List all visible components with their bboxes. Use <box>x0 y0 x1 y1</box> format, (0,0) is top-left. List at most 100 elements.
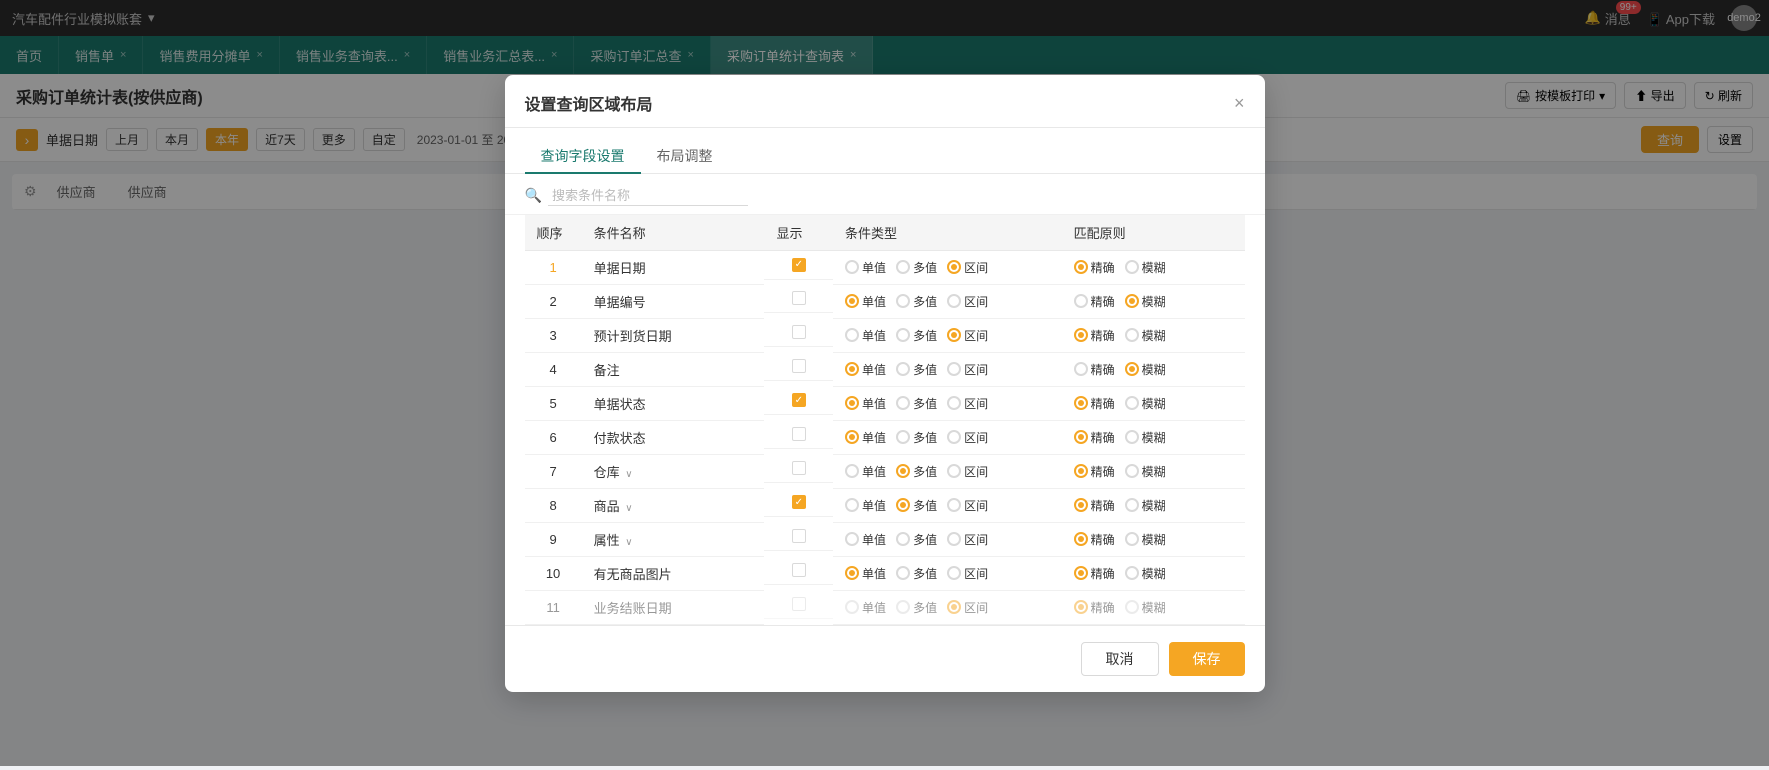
checkbox[interactable]: ✓ <box>792 258 806 272</box>
radio-circle <box>896 600 910 614</box>
row-display-checkbox[interactable] <box>764 420 833 449</box>
checkbox[interactable] <box>792 291 806 305</box>
radio-type-single[interactable]: 单值 <box>845 565 886 582</box>
checkbox[interactable] <box>792 461 806 475</box>
cancel-button[interactable]: 取消 <box>1081 642 1159 676</box>
radio-match-exact[interactable]: 精确 <box>1074 565 1115 582</box>
radio-match-fuzzy[interactable]: 模糊 <box>1125 293 1166 310</box>
row-order: 6 <box>525 420 582 454</box>
radio-match-exact[interactable]: 精确 <box>1074 361 1115 378</box>
checkbox[interactable] <box>792 529 806 543</box>
radio-match-exact[interactable]: 精确 <box>1074 327 1115 344</box>
row-display-checkbox[interactable] <box>764 522 833 551</box>
radio-match-fuzzy[interactable]: 模糊 <box>1125 599 1166 616</box>
radio-type-single[interactable]: 单值 <box>845 259 886 276</box>
radio-match-fuzzy[interactable]: 模糊 <box>1125 395 1166 412</box>
radio-type-multi[interactable]: 多值 <box>896 565 937 582</box>
row-display-checkbox[interactable]: ✓ <box>764 251 833 280</box>
row-name: 商品 ∨ <box>582 488 765 522</box>
radio-type-range[interactable]: 区间 <box>947 429 988 446</box>
row-display-checkbox[interactable]: ✓ <box>764 386 833 415</box>
checkbox[interactable]: ✓ <box>792 393 806 407</box>
radio-type-range[interactable]: 区间 <box>947 361 988 378</box>
row-order: 4 <box>525 352 582 386</box>
radio-type-single[interactable]: 单值 <box>845 327 886 344</box>
checkbox[interactable]: ✓ <box>792 495 806 509</box>
radio-type-multi[interactable]: 多值 <box>896 259 937 276</box>
radio-type-multi[interactable]: 多值 <box>896 395 937 412</box>
radio-circle <box>845 498 859 512</box>
row-name: 单据状态 <box>582 386 765 420</box>
radio-match-exact[interactable]: 精确 <box>1074 259 1115 276</box>
radio-type-range[interactable]: 区间 <box>947 599 988 616</box>
radio-circle <box>947 532 961 546</box>
radio-match-fuzzy[interactable]: 模糊 <box>1125 463 1166 480</box>
row-display-checkbox[interactable] <box>764 318 833 347</box>
radio-type-range[interactable]: 区间 <box>947 463 988 480</box>
radio-match-exact[interactable]: 精确 <box>1074 293 1115 310</box>
radio-type-range[interactable]: 区间 <box>947 259 988 276</box>
radio-match-exact[interactable]: 精确 <box>1074 599 1115 616</box>
radio-circle <box>896 328 910 342</box>
row-name: 仓库 ∨ <box>582 454 765 488</box>
row-display-checkbox[interactable] <box>764 352 833 381</box>
radio-match-fuzzy[interactable]: 模糊 <box>1125 327 1166 344</box>
checkbox[interactable] <box>792 427 806 441</box>
radio-match-fuzzy[interactable]: 模糊 <box>1125 497 1166 514</box>
row-display-checkbox[interactable]: ✓ <box>764 488 833 517</box>
radio-match-fuzzy[interactable]: 模糊 <box>1125 565 1166 582</box>
radio-circle <box>845 532 859 546</box>
radio-match-exact[interactable]: 精确 <box>1074 395 1115 412</box>
radio-type-multi[interactable]: 多值 <box>896 361 937 378</box>
radio-type-single[interactable]: 单值 <box>845 361 886 378</box>
row-display-checkbox[interactable] <box>764 284 833 313</box>
radio-type-multi[interactable]: 多值 <box>896 497 937 514</box>
row-display-checkbox[interactable] <box>764 590 833 619</box>
radio-type-single[interactable]: 单值 <box>845 531 886 548</box>
radio-type-range[interactable]: 区间 <box>947 531 988 548</box>
radio-type-range[interactable]: 区间 <box>947 327 988 344</box>
radio-match-fuzzy[interactable]: 模糊 <box>1125 531 1166 548</box>
modal-tab-layout[interactable]: 布局调整 <box>641 140 729 174</box>
radio-type-range[interactable]: 区间 <box>947 497 988 514</box>
radio-type-multi[interactable]: 多值 <box>896 293 937 310</box>
radio-type-single[interactable]: 单值 <box>845 293 886 310</box>
radio-match-exact[interactable]: 精确 <box>1074 531 1115 548</box>
row-name: 预计到货日期 <box>582 318 765 352</box>
checkbox[interactable] <box>792 597 806 611</box>
radio-type-multi[interactable]: 多值 <box>896 599 937 616</box>
checkbox[interactable] <box>792 359 806 373</box>
save-button[interactable]: 保存 <box>1169 642 1245 676</box>
radio-match-fuzzy[interactable]: 模糊 <box>1125 429 1166 446</box>
radio-circle <box>1125 294 1139 308</box>
radio-circle <box>845 260 859 274</box>
row-match-radio: 精确模糊 <box>1062 352 1245 386</box>
modal-dialog: 设置查询区域布局 × 查询字段设置 布局调整 🔍 顺序 条件名称 显示 条件类型 <box>505 75 1265 692</box>
modal-close-button[interactable]: × <box>1234 94 1245 112</box>
search-input[interactable] <box>548 186 748 206</box>
radio-type-single[interactable]: 单值 <box>845 463 886 480</box>
radio-match-exact[interactable]: 精确 <box>1074 429 1115 446</box>
radio-type-multi[interactable]: 多值 <box>896 531 937 548</box>
row-type-radio: 单值多值区间 <box>833 522 1062 556</box>
radio-match-exact[interactable]: 精确 <box>1074 463 1115 480</box>
radio-type-range[interactable]: 区间 <box>947 293 988 310</box>
checkbox[interactable] <box>792 563 806 577</box>
radio-type-single[interactable]: 单值 <box>845 599 886 616</box>
radio-circle <box>896 464 910 478</box>
row-display-checkbox[interactable] <box>764 454 833 483</box>
radio-type-single[interactable]: 单值 <box>845 497 886 514</box>
radio-type-multi[interactable]: 多值 <box>896 463 937 480</box>
radio-type-single[interactable]: 单值 <box>845 395 886 412</box>
row-display-checkbox[interactable] <box>764 556 833 585</box>
radio-type-multi[interactable]: 多值 <box>896 327 937 344</box>
radio-match-fuzzy[interactable]: 模糊 <box>1125 259 1166 276</box>
radio-type-multi[interactable]: 多值 <box>896 429 937 446</box>
checkbox[interactable] <box>792 325 806 339</box>
radio-type-single[interactable]: 单值 <box>845 429 886 446</box>
modal-tab-query-fields[interactable]: 查询字段设置 <box>525 140 641 174</box>
radio-match-fuzzy[interactable]: 模糊 <box>1125 361 1166 378</box>
radio-type-range[interactable]: 区间 <box>947 565 988 582</box>
radio-match-exact[interactable]: 精确 <box>1074 497 1115 514</box>
radio-type-range[interactable]: 区间 <box>947 395 988 412</box>
